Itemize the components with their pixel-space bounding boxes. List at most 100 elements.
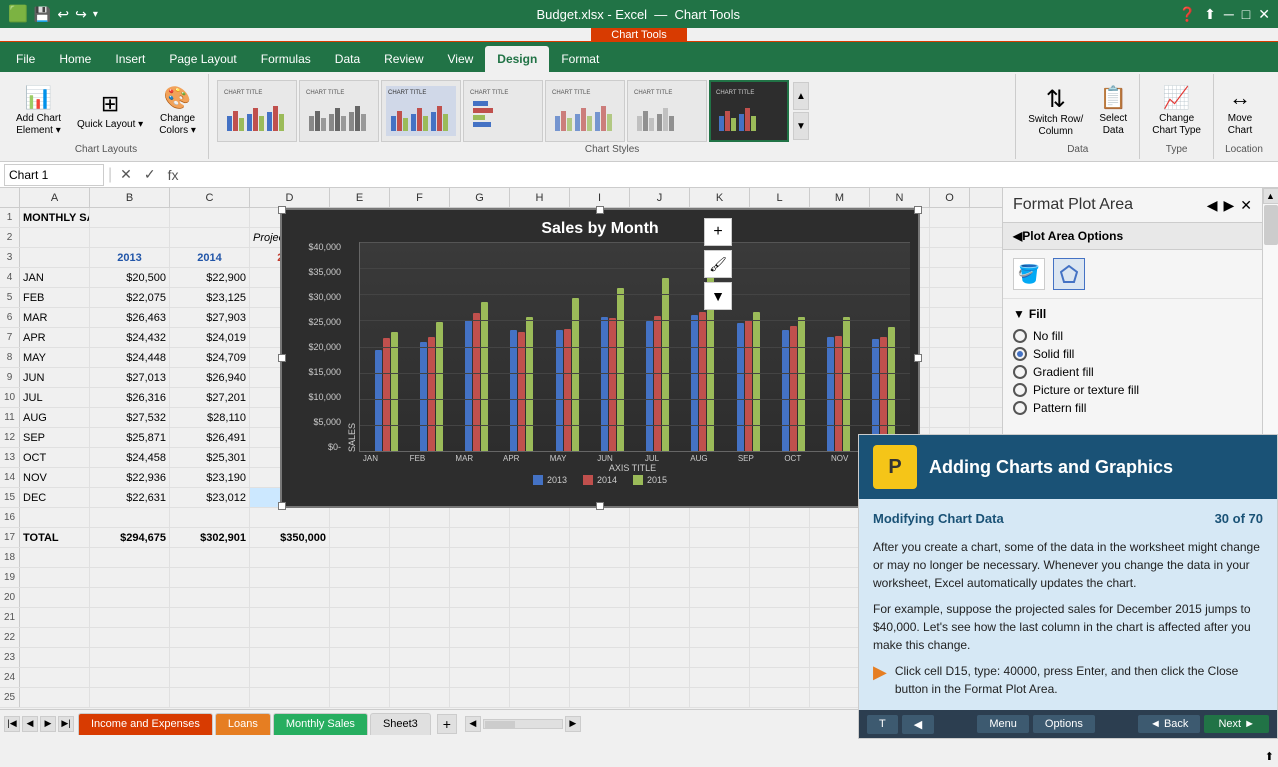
tab-data[interactable]: Data <box>323 46 372 72</box>
save-icon[interactable]: 💾 <box>34 6 51 23</box>
maximize-btn[interactable]: □ <box>1242 6 1250 22</box>
ribbon-collapse-btn[interactable]: ⬆ <box>1265 750 1274 763</box>
tutorial-t-btn[interactable]: T <box>867 715 898 734</box>
chart-style-3[interactable]: CHART TITLE <box>381 80 461 142</box>
chart-bar[interactable] <box>691 315 698 451</box>
chart-bar[interactable] <box>654 316 661 451</box>
chart-bar[interactable] <box>601 317 608 451</box>
tab-view[interactable]: View <box>436 46 486 72</box>
cell-a3[interactable] <box>20 248 90 267</box>
chart-bar[interactable] <box>617 288 624 451</box>
chart-handle-bc[interactable] <box>596 502 604 510</box>
chart-style-1[interactable]: CHART TITLE <box>217 80 297 142</box>
tab-file[interactable]: File <box>4 46 47 72</box>
chart-bar[interactable] <box>420 342 427 451</box>
sheet-nav-next[interactable]: ▶ <box>40 716 56 732</box>
chart-bar[interactable] <box>753 312 760 451</box>
col-header-e[interactable]: E <box>330 188 390 207</box>
sheet-nav-prev[interactable]: ◀ <box>22 716 38 732</box>
panel-section-header[interactable]: ◀ Plot Area Options <box>1003 223 1262 250</box>
chart-style-scroll-up[interactable]: ▲ <box>793 82 809 110</box>
formula-input[interactable] <box>187 164 1274 186</box>
fill-option-no-fill[interactable]: No fill <box>1013 329 1252 343</box>
chart-object[interactable]: Sales by Month $40,000 $35,000 $30,000 $… <box>280 208 920 508</box>
col-header-a[interactable]: A <box>20 188 90 207</box>
tab-page-layout[interactable]: Page Layout <box>157 46 248 72</box>
tab-home[interactable]: Home <box>47 46 103 72</box>
undo-icon[interactable]: ↩ <box>57 6 69 23</box>
switch-row-col-button[interactable]: ⇅ Switch Row/Column <box>1022 81 1089 142</box>
radio-solid-fill[interactable] <box>1013 347 1027 361</box>
cell-b2[interactable] <box>90 228 170 247</box>
col-header-b[interactable]: B <box>90 188 170 207</box>
select-data-button[interactable]: 📋 SelectData <box>1093 81 1133 141</box>
tab-format[interactable]: Format <box>549 46 611 72</box>
chart-style-6[interactable]: CHART TITLE <box>627 80 707 142</box>
cell-o2[interactable] <box>930 228 970 247</box>
sheet-tab-loans[interactable]: Loans <box>215 713 271 735</box>
chart-bar[interactable] <box>518 332 525 451</box>
chart-bar[interactable] <box>375 350 382 451</box>
chart-bar[interactable] <box>609 318 616 451</box>
radio-pattern-fill[interactable] <box>1013 401 1027 415</box>
add-chart-element-button[interactable]: 📊 Add ChartElement ▾ <box>10 81 67 141</box>
chart-bar[interactable] <box>790 326 797 451</box>
chart-style-2[interactable]: CHART TITLE <box>299 80 379 142</box>
fill-option-gradient[interactable]: Gradient fill <box>1013 365 1252 379</box>
chart-bar[interactable] <box>473 313 480 451</box>
cell-o1[interactable] <box>930 208 970 227</box>
chart-bar[interactable] <box>843 317 850 451</box>
fill-option-pattern[interactable]: Pattern fill <box>1013 401 1252 415</box>
chart-bar[interactable] <box>465 320 472 451</box>
chart-handle-bl[interactable] <box>278 502 286 510</box>
confirm-formula-btn[interactable]: ✓ <box>140 164 160 185</box>
change-chart-type-button[interactable]: 📈 ChangeChart Type <box>1146 81 1207 141</box>
h-scroll-right[interactable]: ▶ <box>565 716 581 732</box>
redo-icon[interactable]: ↪ <box>75 6 87 23</box>
chart-bar[interactable] <box>798 317 805 451</box>
help-icon[interactable]: ❓ <box>1179 6 1196 23</box>
chart-plot-area[interactable] <box>359 242 910 452</box>
cell-c3[interactable]: 2014 <box>170 248 250 267</box>
tab-review[interactable]: Review <box>372 46 435 72</box>
chart-bar[interactable] <box>556 330 563 451</box>
radio-gradient-fill[interactable] <box>1013 365 1027 379</box>
add-sheet-btn[interactable]: + <box>437 714 457 734</box>
sheet-tab-monthly-sales[interactable]: Monthly Sales <box>273 713 368 735</box>
chart-handle-tc[interactable] <box>596 206 604 214</box>
chart-bar[interactable] <box>835 336 842 451</box>
panel-pentagon-btn[interactable] <box>1053 258 1085 290</box>
col-header-h[interactable]: H <box>510 188 570 207</box>
tab-insert[interactable]: Insert <box>103 46 157 72</box>
chart-bar[interactable] <box>391 332 398 451</box>
col-header-f[interactable]: F <box>390 188 450 207</box>
panel-close-btn[interactable]: ✕ <box>1240 197 1252 214</box>
tutorial-options-btn[interactable]: Options <box>1033 715 1095 733</box>
chart-bar[interactable] <box>827 337 834 451</box>
chart-bar[interactable] <box>782 330 789 451</box>
tab-formulas[interactable]: Formulas <box>249 46 323 72</box>
col-header-k[interactable]: K <box>690 188 750 207</box>
tutorial-next-btn[interactable]: Next ► <box>1204 715 1269 733</box>
chart-bar[interactable] <box>481 302 488 451</box>
panel-back-btn[interactable]: ◀ <box>1207 197 1218 214</box>
h-scroll-thumb[interactable] <box>485 721 515 729</box>
chart-handle-tr[interactable] <box>914 206 922 214</box>
fill-option-picture[interactable]: Picture or texture fill <box>1013 383 1252 397</box>
chart-bar[interactable] <box>526 317 533 451</box>
fill-option-solid[interactable]: Solid fill <box>1013 347 1252 361</box>
col-header-j[interactable]: J <box>630 188 690 207</box>
sheet-tab-sheet3[interactable]: Sheet3 <box>370 713 431 735</box>
chart-bar[interactable] <box>383 338 390 451</box>
h-scroll-left[interactable]: ◀ <box>465 716 481 732</box>
quick-layout-button[interactable]: ⊞ Quick Layout ▾ <box>71 87 149 135</box>
radio-no-fill[interactable] <box>1013 329 1027 343</box>
ribbon-display-btn[interactable]: ⬆ <box>1204 6 1216 23</box>
chart-bar[interactable] <box>436 322 443 451</box>
fill-expand-icon[interactable]: ▼ <box>1013 307 1025 321</box>
chart-bar[interactable] <box>510 330 517 451</box>
minimize-btn[interactable]: ─ <box>1224 6 1234 22</box>
chart-bar[interactable] <box>737 323 744 451</box>
cell-b3[interactable]: 2013 <box>90 248 170 267</box>
radio-picture-fill[interactable] <box>1013 383 1027 397</box>
